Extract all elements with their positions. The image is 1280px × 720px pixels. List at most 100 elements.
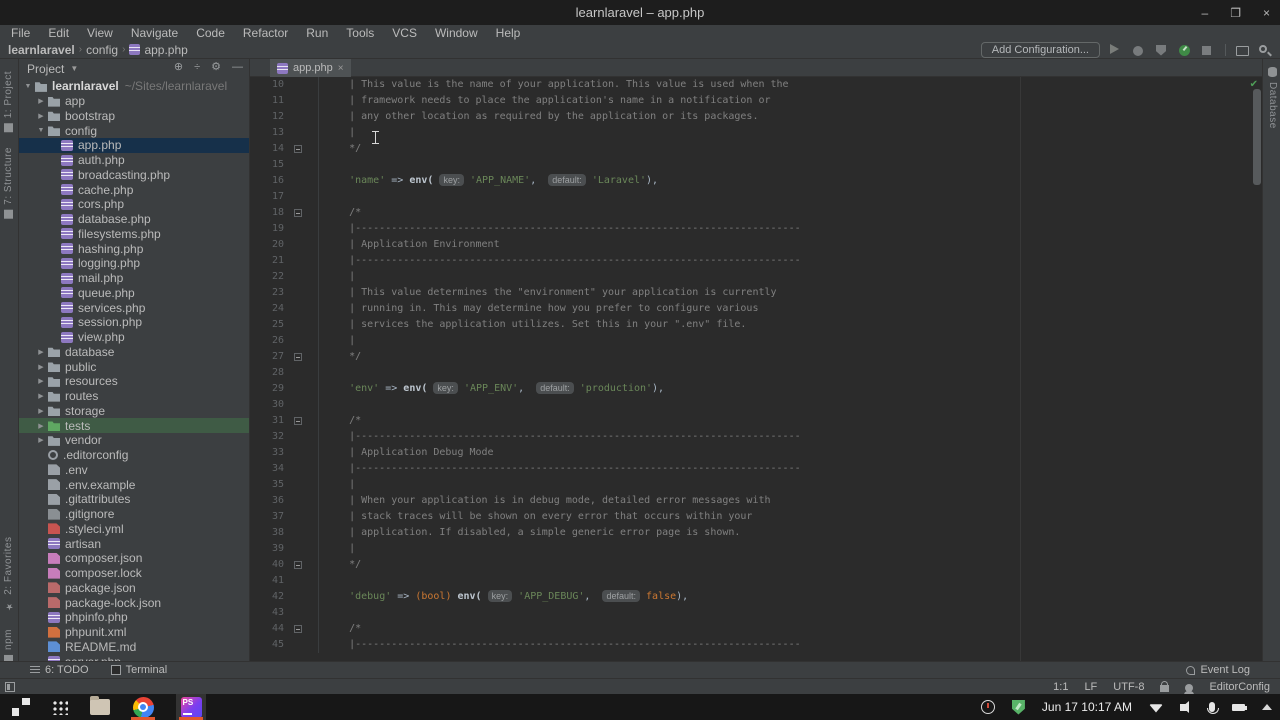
code-line-28[interactable]: 28 <box>250 365 1262 381</box>
tree-item--env[interactable]: .env <box>19 463 249 478</box>
breadcrumb-item[interactable]: app.php <box>144 43 187 57</box>
menu-item-run[interactable]: Run <box>297 26 337 40</box>
tree-expand-icon[interactable]: ▼ <box>36 127 46 134</box>
tray-shield-icon[interactable] <box>1011 699 1025 715</box>
tree-item-storage[interactable]: ▶ storage <box>19 404 249 419</box>
tree-item-broadcasting-php[interactable]: broadcasting.php <box>19 168 249 183</box>
tree-item-filesystems-php[interactable]: filesystems.php <box>19 227 249 242</box>
breadcrumb-item[interactable]: config <box>86 43 118 57</box>
code-line-29[interactable]: 29 'env' => env( key: 'APP_ENV', default… <box>250 381 1262 397</box>
tree-expand-icon[interactable]: ▶ <box>36 392 46 400</box>
close-tab-icon[interactable]: × <box>338 63 344 74</box>
caret-position[interactable]: 1:1 <box>1053 681 1068 693</box>
collapse-all-icon[interactable]: ÷ <box>194 62 200 73</box>
tree-item-queue-php[interactable]: queue.php <box>19 286 249 301</box>
code-line-35[interactable]: 35 | <box>250 477 1262 493</box>
code-line-43[interactable]: 43 <box>250 605 1262 621</box>
menu-item-navigate[interactable]: Navigate <box>122 26 187 40</box>
presentation-icon[interactable] <box>1236 45 1249 56</box>
menu-item-file[interactable]: File <box>2 26 39 40</box>
start-menu-icon[interactable] <box>12 698 30 716</box>
tree-item-phpunit-xml[interactable]: phpunit.xml <box>19 625 249 640</box>
code-line-24[interactable]: 24 | running in. This may determine how … <box>250 301 1262 317</box>
coverage-icon[interactable] <box>1156 44 1166 56</box>
code-line-25[interactable]: 25 | services the application utilizes. … <box>250 317 1262 333</box>
menu-item-vcs[interactable]: VCS <box>383 26 426 40</box>
tree-expand-icon[interactable]: ▶ <box>36 97 46 105</box>
code-line-23[interactable]: 23 | This value determines the "environm… <box>250 285 1262 301</box>
code-line-26[interactable]: 26 | <box>250 333 1262 349</box>
stop-icon[interactable] <box>1202 45 1211 55</box>
close-button[interactable]: × <box>1263 6 1270 20</box>
fold-marker-icon[interactable] <box>294 561 302 569</box>
code-line-13[interactable]: 13 | <box>250 125 1262 141</box>
menu-item-edit[interactable]: Edit <box>39 26 78 40</box>
code-line-40[interactable]: 40 */ <box>250 557 1262 573</box>
code-line-37[interactable]: 37 | stack traces will be shown on every… <box>250 509 1262 525</box>
code-line-44[interactable]: 44 /* <box>250 621 1262 637</box>
tool-stripe-project-button[interactable]: 1: Project <box>3 71 14 133</box>
profiler-icon[interactable] <box>1179 44 1190 56</box>
tree-item-composer-json[interactable]: composer.json <box>19 551 249 566</box>
chrome-taskbar-button[interactable] <box>128 694 158 720</box>
editor-scrollbar[interactable] <box>1253 89 1261 185</box>
code-line-38[interactable]: 38 | application. If disabled, a simple … <box>250 525 1262 541</box>
tree-item-services-php[interactable]: services.php <box>19 300 249 315</box>
tree-item-tests[interactable]: ▶ tests <box>19 418 249 433</box>
maximize-button[interactable]: ❐ <box>1230 6 1241 20</box>
tree-item-bootstrap[interactable]: ▶ bootstrap <box>19 109 249 124</box>
code-line-36[interactable]: 36 | When your application is in debug m… <box>250 493 1262 509</box>
tree-item--styleci-yml[interactable]: .styleci.yml <box>19 522 249 537</box>
tree-item-package-json[interactable]: package.json <box>19 581 249 596</box>
tree-item-artisan[interactable]: artisan <box>19 536 249 551</box>
tree-item-session-php[interactable]: session.php <box>19 315 249 330</box>
code-line-19[interactable]: 19 |------------------------------------… <box>250 221 1262 237</box>
tree-item--env-example[interactable]: .env.example <box>19 477 249 492</box>
tree-item-config[interactable]: ▼ config <box>19 123 249 138</box>
tree-item-phpinfo-php[interactable]: phpinfo.php <box>19 610 249 625</box>
code-editor[interactable]: 10 | This value is the name of your appl… <box>250 77 1262 661</box>
code-line-31[interactable]: 31 /* <box>250 413 1262 429</box>
tree-item-resources[interactable]: ▶ resources <box>19 374 249 389</box>
code-line-17[interactable]: 17 <box>250 189 1262 205</box>
tree-item-app[interactable]: ▶ app <box>19 94 249 109</box>
terminal-tool-button[interactable]: Terminal <box>110 664 167 676</box>
tree-item-cors-php[interactable]: cors.php <box>19 197 249 212</box>
tree-item-vendor[interactable]: ▶ vendor <box>19 433 249 448</box>
code-line-34[interactable]: 34 |------------------------------------… <box>250 461 1262 477</box>
encoding-indicator[interactable]: UTF-8 <box>1113 681 1144 693</box>
menu-item-view[interactable]: View <box>78 26 122 40</box>
code-line-20[interactable]: 20 | Application Environment <box>250 237 1262 253</box>
code-line-18[interactable]: 18 /* <box>250 205 1262 221</box>
code-line-14[interactable]: 14 */ <box>250 141 1262 157</box>
tree-item-public[interactable]: ▶ public <box>19 359 249 374</box>
event-log-button[interactable]: Event Log <box>1186 664 1250 676</box>
tree-expand-icon[interactable]: ▼ <box>23 83 33 90</box>
menu-item-tools[interactable]: Tools <box>337 26 383 40</box>
tray-timer-icon[interactable] <box>980 700 995 714</box>
tree-item-app-php[interactable]: app.php <box>19 138 249 153</box>
tree-item-database[interactable]: ▶ database <box>19 345 249 360</box>
code-line-11[interactable]: 11 | framework needs to place the applic… <box>250 93 1262 109</box>
tree-item-view-php[interactable]: view.php <box>19 330 249 345</box>
tab-app-php[interactable]: app.php × <box>270 59 351 77</box>
tree-item-database-php[interactable]: database.php <box>19 212 249 227</box>
menu-item-help[interactable]: Help <box>487 26 530 40</box>
tree-item-hashing-php[interactable]: hashing.php <box>19 241 249 256</box>
tree-item-logging-php[interactable]: logging.php <box>19 256 249 271</box>
phpstorm-taskbar-button[interactable]: PS <box>176 694 206 720</box>
inspections-hector-icon[interactable] <box>1184 683 1195 695</box>
tree-expand-icon[interactable]: ▶ <box>36 377 46 385</box>
fold-marker-icon[interactable] <box>294 625 302 633</box>
volume-icon[interactable] <box>1180 700 1189 713</box>
tree-item-cache-php[interactable]: cache.php <box>19 182 249 197</box>
search-everywhere-icon[interactable] <box>1259 44 1267 53</box>
tree-item--gitignore[interactable]: .gitignore <box>19 507 249 522</box>
tool-stripe-npm-button[interactable]: npm <box>3 629 14 664</box>
tree-item-mail-php[interactable]: mail.php <box>19 271 249 286</box>
file-manager-icon[interactable] <box>90 696 110 715</box>
code-line-22[interactable]: 22 | <box>250 269 1262 285</box>
add-configuration-button[interactable]: Add Configuration... <box>980 42 1100 58</box>
fold-marker-icon[interactable] <box>294 417 302 425</box>
code-line-39[interactable]: 39 | <box>250 541 1262 557</box>
